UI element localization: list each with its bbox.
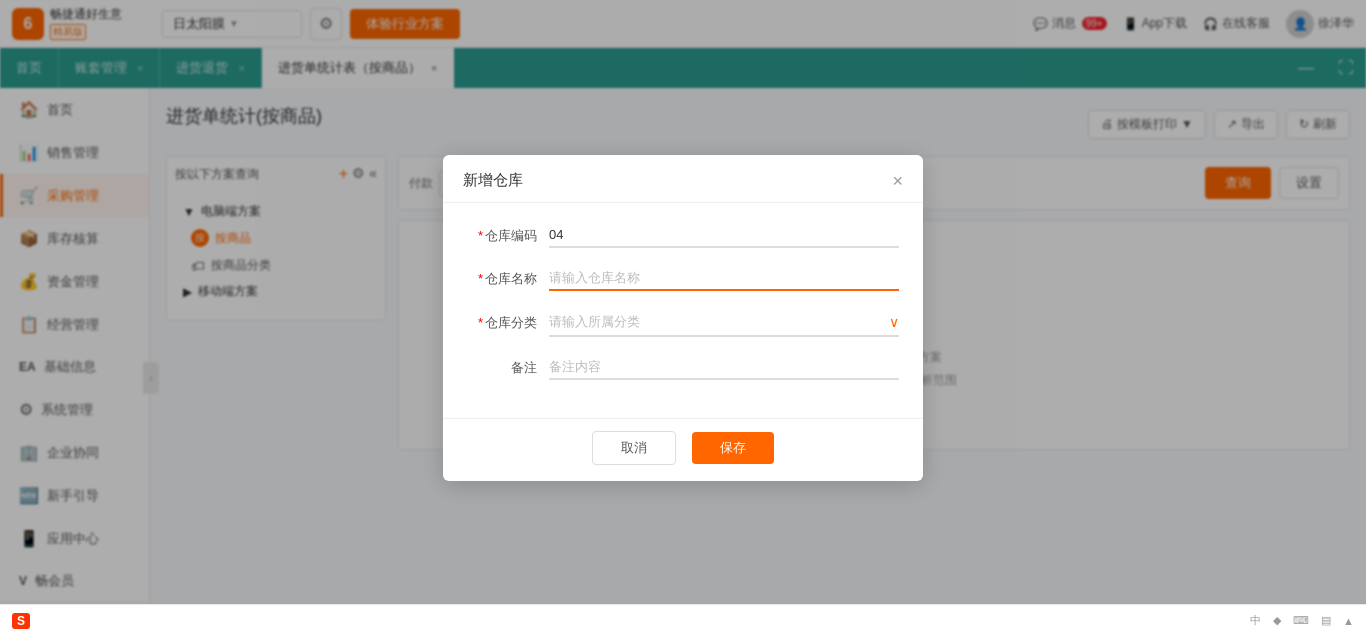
code-input[interactable] — [549, 223, 899, 248]
save-button[interactable]: 保存 — [692, 432, 774, 464]
s-logo: S — [12, 613, 30, 629]
modal-footer: 取消 保存 — [443, 418, 923, 481]
cancel-button[interactable]: 取消 — [592, 431, 676, 465]
layout-icon[interactable]: ▤ — [1321, 614, 1331, 627]
add-warehouse-modal: 新增仓库 × 仓库编码 仓库名称 仓库分类 请输入所属分类 ∨ — [443, 155, 923, 481]
form-row-code: 仓库编码 — [467, 223, 899, 248]
chinese-icon[interactable]: 中 — [1250, 613, 1261, 628]
category-label: 仓库分类 — [467, 314, 537, 332]
category-dropdown-arrow-icon: ∨ — [889, 314, 899, 330]
category-placeholder: 请输入所属分类 — [549, 313, 640, 331]
form-row-name: 仓库名称 — [467, 266, 899, 291]
name-input[interactable] — [549, 266, 899, 291]
bottom-icons: 中 ◆ ⌨ ▤ ▲ — [1250, 613, 1354, 628]
bottom-bar: S 中 ◆ ⌨ ▤ ▲ — [0, 604, 1366, 636]
diamond-icon[interactable]: ◆ — [1273, 614, 1281, 627]
name-label: 仓库名称 — [467, 270, 537, 288]
modal-header: 新增仓库 × — [443, 155, 923, 203]
form-row-remark: 备注 — [467, 355, 899, 380]
category-dropdown[interactable]: 请输入所属分类 ∨ — [549, 309, 899, 337]
form-row-category: 仓库分类 请输入所属分类 ∨ — [467, 309, 899, 337]
remark-label: 备注 — [467, 359, 537, 377]
modal-title: 新增仓库 — [463, 171, 523, 190]
arrow-icon[interactable]: ▲ — [1343, 615, 1354, 627]
remark-input[interactable] — [549, 355, 899, 380]
keyboard-icon[interactable]: ⌨ — [1293, 614, 1309, 627]
modal-body: 仓库编码 仓库名称 仓库分类 请输入所属分类 ∨ 备注 — [443, 203, 923, 418]
modal-overlay: 新增仓库 × 仓库编码 仓库名称 仓库分类 请输入所属分类 ∨ — [0, 0, 1366, 636]
modal-close-icon[interactable]: × — [892, 172, 903, 190]
code-label: 仓库编码 — [467, 227, 537, 245]
